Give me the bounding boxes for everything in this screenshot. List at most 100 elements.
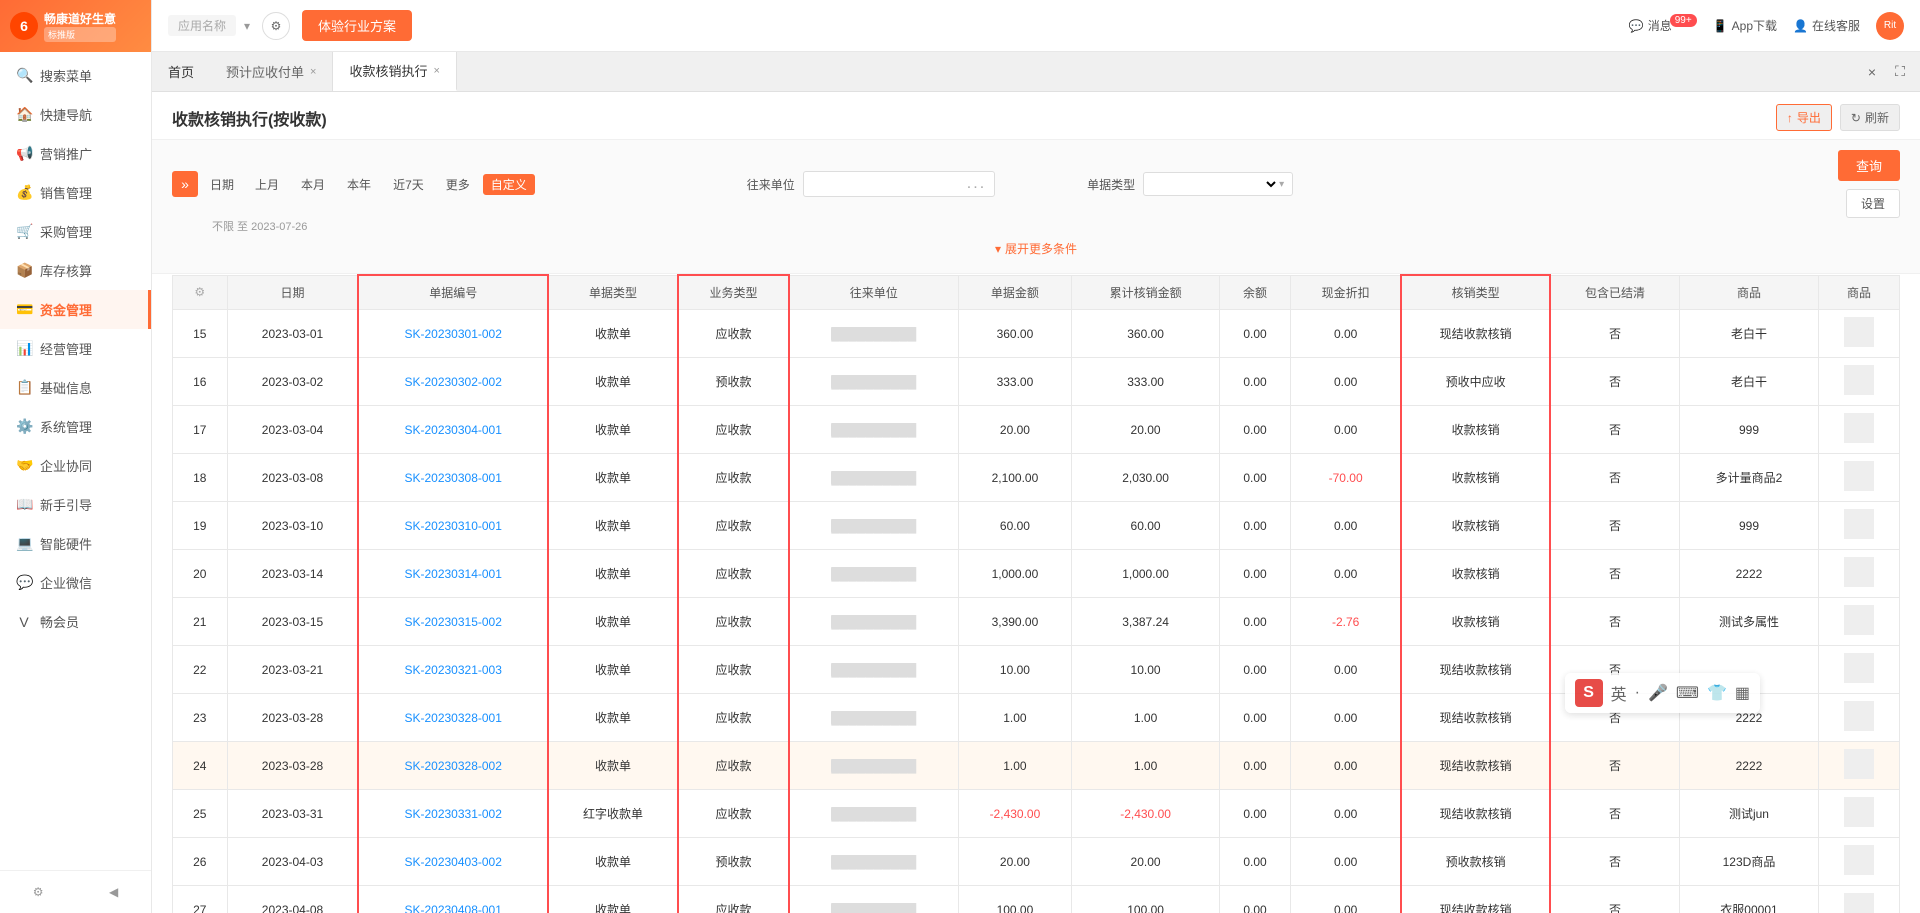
sidebar-item-sales[interactable]: 💰销售管理 [0,173,151,212]
sidebar-item-operations[interactable]: 📊经营管理 [0,329,151,368]
watermark-grid-icon[interactable]: ▦ [1735,683,1750,703]
filter-date-last-month[interactable]: 上月 [246,173,288,196]
topbar-breadcrumb: 应用名称 ▾ [168,15,250,36]
filter-date-more[interactable]: 更多 [437,173,479,196]
cell-amount: 20.00 [958,838,1072,886]
bill-no-link[interactable]: SK-20230304-001 [404,423,501,437]
filter-bill-type-select[interactable] [1152,176,1279,192]
sidebar-item-hardware[interactable]: 💻智能硬件 [0,524,151,563]
tab-close-all-btn[interactable]: × [1860,60,1884,84]
sidebar-item-purchase[interactable]: 🛒采购管理 [0,212,151,251]
watermark-keyboard-icon[interactable]: ⌨ [1676,683,1699,703]
query-btn[interactable]: 查询 [1838,150,1900,181]
sidebar-item-guide[interactable]: 📖新手引导 [0,485,151,524]
refresh-btn[interactable]: ↻ 刷新 [1840,104,1900,131]
filter-toggle-btn[interactable]: » [172,171,198,197]
tab-home[interactable]: 首页 [152,52,210,91]
filter-partner-dots[interactable]: ... [967,175,986,193]
cell-balance: 0.00 [1219,886,1290,913]
cell-include-settled: 否 [1550,886,1679,913]
filter-date-custom[interactable]: 自定义 [483,174,535,195]
sidebar-item-quicknav[interactable]: 🏠快捷导航 [0,95,151,134]
cell-amount: -2,430.00 [958,790,1072,838]
bill-no-link[interactable]: SK-20230302-002 [404,375,501,389]
sidebar-item-finance[interactable]: 💳资金管理 [0,290,151,329]
bill-no-link[interactable]: SK-20230315-002 [404,615,501,629]
table-row: 19 2023-03-10 SK-20230310-001 收款单 应收款 ██… [173,502,1900,550]
filter-partner-input[interactable] [812,177,967,191]
sidebar-item-member[interactable]: V畅会员 [0,602,151,641]
tab-actions: × ⛶ [1852,52,1920,91]
tab-shoukuan[interactable]: 收款核销执行 × [333,52,456,91]
watermark-mic-icon[interactable]: 🎤 [1648,683,1668,703]
table-row: 15 2023-03-01 SK-20230301-002 收款单 应收款 ██… [173,310,1900,358]
bill-no-link[interactable]: SK-20230308-001 [404,471,501,485]
cell-balance: 0.00 [1219,598,1290,646]
cell-no: 18 [173,454,228,502]
bill-no-link[interactable]: SK-20230328-001 [404,711,501,725]
bill-no-link[interactable]: SK-20230328-002 [404,759,501,773]
filter-settings-btn[interactable]: 设置 [1846,189,1900,218]
settings-bottom-btn[interactable]: ⚙ [23,879,54,905]
filter-date-7days[interactable]: 近7天 [384,173,433,196]
watermark-text-icon[interactable]: 英 [1611,681,1627,705]
cell-no: 16 [173,358,228,406]
sidebar-item-enterprise[interactable]: 🤝企业协同 [0,446,151,485]
inventory-icon: 📦 [16,262,32,279]
sidebar-bottom: ⚙ ◀ [0,870,151,913]
cell-goods: 999 [1679,502,1818,550]
filter-date-this-year[interactable]: 本年 [338,173,380,196]
notifications-btn[interactable]: 💬 消息 99+ [1629,17,1697,34]
bill-no-link[interactable]: SK-20230408-001 [404,903,501,913]
col-partner: 往来单位 [789,275,958,310]
cell-bill-no: SK-20230328-002 [358,742,547,790]
tab-close-yingshou[interactable]: × [310,66,316,78]
filter-expand-btn[interactable]: ▾ 展开更多条件 [172,234,1900,263]
sidebar-item-search[interactable]: 🔍搜索菜单 [0,56,151,95]
tab-yingshou[interactable]: 预计应收付单 × [210,52,333,91]
sidebar-item-basic[interactable]: 📋基础信息 [0,368,151,407]
bill-no-link[interactable]: SK-20230301-002 [404,327,501,341]
topbar-dropdown-arrow[interactable]: ▾ [244,19,250,33]
sidebar-item-system[interactable]: ⚙️系统管理 [0,407,151,446]
cell-bill-no: SK-20230301-002 [358,310,547,358]
cell-goods: 老白干 [1679,310,1818,358]
topbar-gear-btn[interactable]: ⚙ [262,12,290,40]
tab-bar: 首页 预计应收付单 × 收款核销执行 × × ⛶ [152,52,1920,92]
tab-close-shoukuan[interactable]: × [433,65,439,77]
tab-maximize-btn[interactable]: ⛶ [1888,60,1912,84]
table-body: 15 2023-03-01 SK-20230301-002 收款单 应收款 ██… [173,310,1900,913]
bill-no-link[interactable]: SK-20230314-001 [404,567,501,581]
table-header-row: ⚙ 日期 单据编号 单据类型 业务类型 往来单位 单据金额 累计核销金额 余额 … [173,275,1900,310]
topbar: 应用名称 ▾ ⚙ 体验行业方案 💬 消息 99+ 📱 App下载 👤 在线客服 … [152,0,1920,52]
cell-total-offset: 60.00 [1072,502,1220,550]
export-btn[interactable]: ↑ 导出 [1776,104,1832,131]
cell-biz-type: 应收款 [678,502,789,550]
cell-total-offset: 2,030.00 [1072,454,1220,502]
bill-no-link[interactable]: SK-20230310-001 [404,519,501,533]
user-avatar[interactable]: Rit [1876,12,1904,40]
sidebar-item-marketing[interactable]: 📢营销推广 [0,134,151,173]
watermark-overlay: S 英 · 🎤 ⌨ 👕 ▦ [1565,673,1760,713]
filter-date-this-month[interactable]: 本月 [292,173,334,196]
watermark-shirt-icon[interactable]: 👕 [1707,683,1727,703]
cell-include-settled: 否 [1550,742,1679,790]
member-icon: V [16,614,32,630]
customer-service-btn[interactable]: 👤 在线客服 [1793,17,1860,34]
solution-btn[interactable]: 体验行业方案 [302,10,412,41]
col-gear[interactable]: ⚙ [173,275,228,310]
cell-balance: 0.00 [1219,550,1290,598]
sidebar-item-inventory[interactable]: 📦库存核算 [0,251,151,290]
cell-bill-type: 收款单 [548,454,678,502]
collapse-btn[interactable]: ◀ [99,879,128,905]
cell-biz-type: 应收款 [678,694,789,742]
sidebar-item-wechat[interactable]: 💬企业微信 [0,563,151,602]
bill-no-link[interactable]: SK-20230331-002 [404,807,501,821]
cell-amount: 333.00 [958,358,1072,406]
bill-no-link[interactable]: SK-20230321-003 [404,663,501,677]
bill-no-link[interactable]: SK-20230403-002 [404,855,501,869]
sidebar-item-label: 经营管理 [40,339,92,358]
cell-no: 22 [173,646,228,694]
cell-date: 2023-03-08 [227,454,358,502]
app-download-btn[interactable]: 📱 App下载 [1713,17,1777,34]
